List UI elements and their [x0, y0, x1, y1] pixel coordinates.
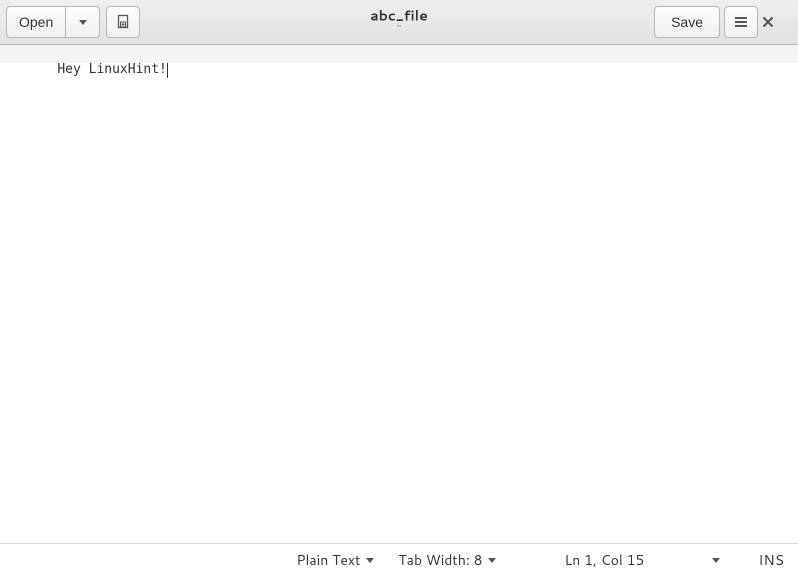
hamburger-icon — [733, 14, 749, 30]
insert-mode-toggle[interactable]: INS — [758, 550, 784, 570]
language-label: Plain Text — [296, 550, 360, 570]
line-text: Hey LinuxHint! — [57, 62, 167, 77]
line-number-gutter: 1 — [0, 45, 24, 543]
new-document-icon — [115, 14, 131, 30]
text-cursor — [167, 63, 168, 78]
cursor-position: Ln 1, Col 15 — [564, 550, 644, 570]
open-button[interactable]: Open — [6, 6, 66, 38]
close-icon — [762, 16, 774, 28]
headerbar-left: Open — [6, 6, 140, 38]
new-document-button[interactable] — [106, 6, 140, 38]
headerbar-right: Save — [654, 6, 792, 38]
insert-mode-label: INS — [758, 550, 784, 570]
open-button-label: Open — [19, 14, 53, 30]
caret-down-icon — [79, 20, 87, 25]
save-button[interactable]: Save — [654, 6, 720, 38]
tab-width-label: Tab Width: 8 — [398, 550, 482, 570]
tab-width-selector[interactable]: Tab Width: 8 — [398, 550, 496, 570]
document-subtitle: ~ — [395, 24, 403, 36]
caret-down-icon — [488, 558, 496, 563]
caret-down-icon — [366, 558, 374, 563]
save-button-label: Save — [671, 14, 703, 30]
language-selector[interactable]: Plain Text — [296, 550, 374, 570]
headerbar-title-area: abc_file ~ — [370, 8, 427, 35]
open-recent-dropdown[interactable] — [66, 6, 100, 38]
editor: 1 Hey LinuxHint! — [0, 45, 798, 543]
hamburger-menu-button[interactable] — [724, 6, 758, 38]
statusbar: Plain Text Tab Width: 8 Ln 1, Col 15 INS — [0, 543, 798, 576]
cursor-position-label: Ln 1, Col 15 — [564, 550, 644, 570]
caret-down-icon — [712, 558, 720, 563]
headerbar: Open abc_file ~ Save — [0, 0, 798, 45]
close-window-button[interactable] — [762, 16, 792, 28]
line-ending-selector[interactable] — [712, 558, 720, 563]
open-button-group: Open — [6, 6, 100, 38]
text-area[interactable]: Hey LinuxHint! — [24, 45, 798, 543]
